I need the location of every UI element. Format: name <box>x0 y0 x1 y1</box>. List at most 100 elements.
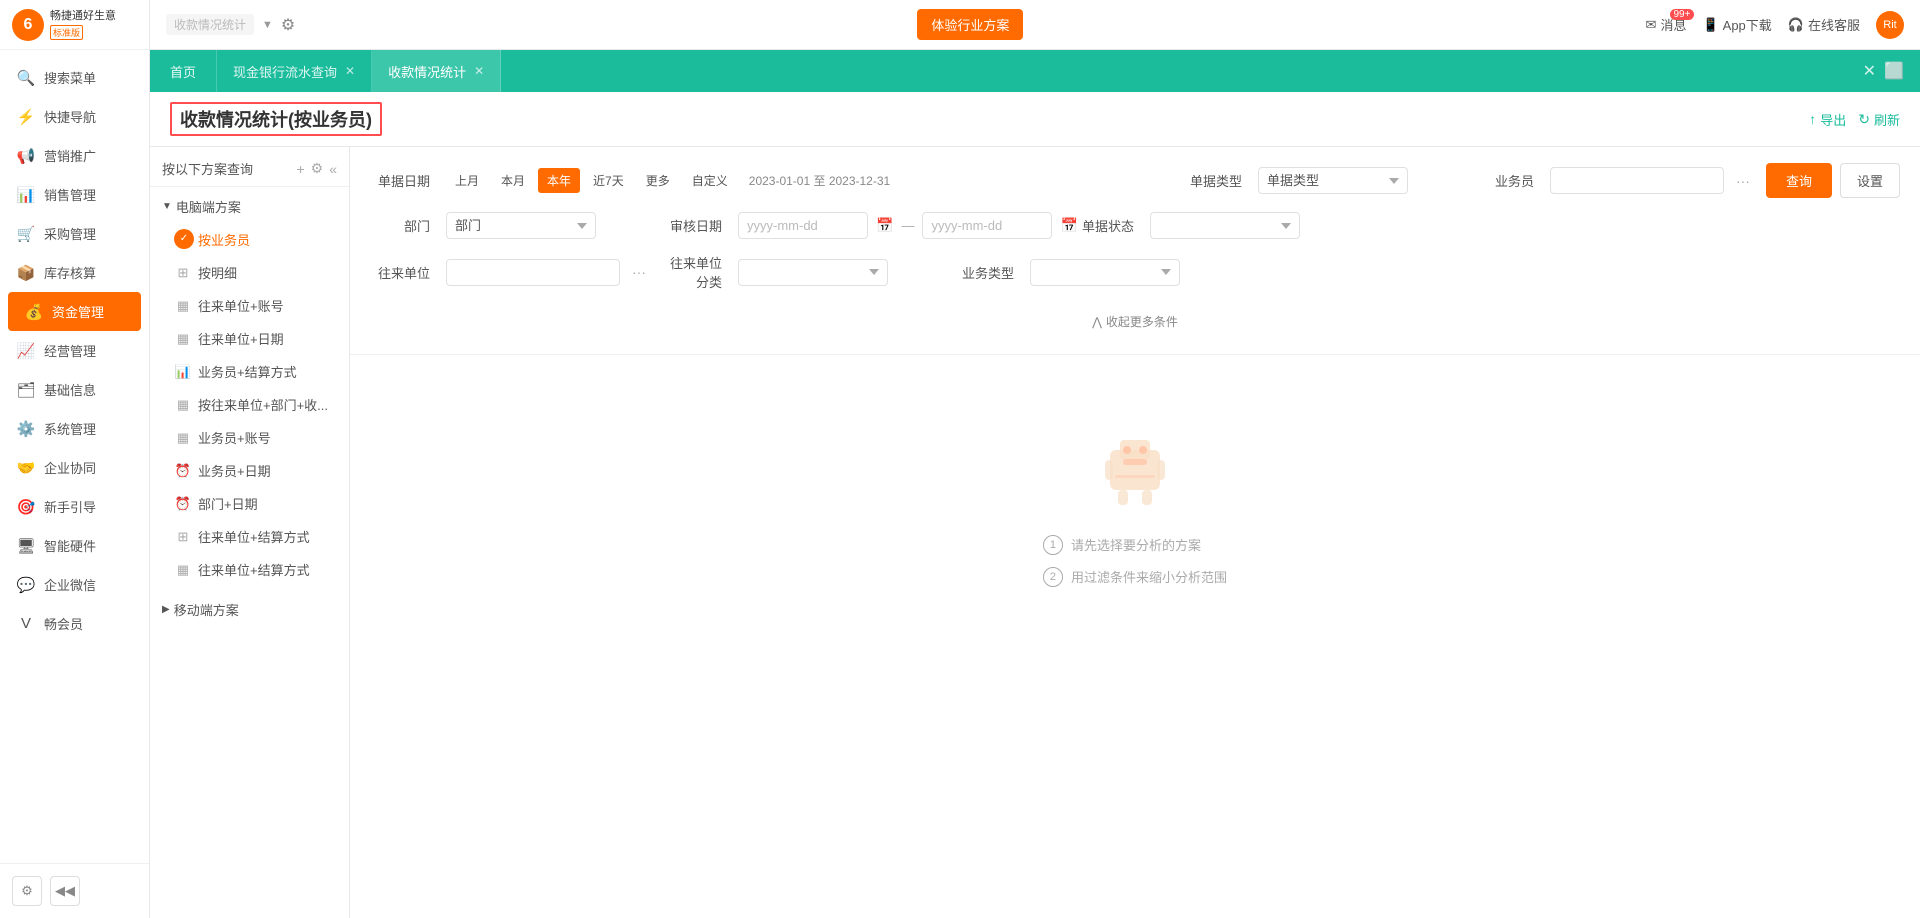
scheme-item-dept-date[interactable]: ⏰ 部门+日期 <box>150 487 349 520</box>
close-window-icon[interactable]: ✕ <box>1863 61 1876 81</box>
unit-category-select[interactable] <box>738 259 888 286</box>
date-tab-custom[interactable]: 自定义 <box>683 168 737 193</box>
sidebar-item-search[interactable]: 🔍 搜索菜单 <box>0 58 149 97</box>
scheme-item-by-salesperson[interactable]: ✓ 按业务员 <box>150 222 349 256</box>
refresh-button[interactable]: ↻ 刷新 <box>1858 110 1900 129</box>
column-settings-button[interactable]: 设置 <box>1840 163 1900 198</box>
sidebar-item-enterprise[interactable]: 🤝 企业协同 <box>0 448 149 487</box>
trial-button[interactable]: 体验行业方案 <box>917 9 1023 40</box>
tab-receipt[interactable]: 收款情况统计 ✕ <box>372 50 501 92</box>
review-date-start-cal-icon[interactable]: 📅 <box>876 217 893 234</box>
header-gear-icon[interactable]: ⚙ <box>281 15 295 35</box>
sidebar-item-finance[interactable]: 💰 资金管理 <box>8 292 141 331</box>
query-button[interactable]: 查询 <box>1766 163 1832 198</box>
left-panel-title: 按以下方案查询 <box>162 159 253 178</box>
body-layout: 按以下方案查询 + ⚙ « ▼ 电脑端方案 ✓ 按业务员 <box>150 147 1920 918</box>
salesperson-label: 业务员 <box>1474 171 1534 190</box>
unit-filter-value: ··· <box>446 259 646 286</box>
salesperson-input[interactable] <box>1550 167 1724 194</box>
sidebar-item-quicknav[interactable]: ⚡ 快捷导航 <box>0 97 149 136</box>
user-avatar[interactable]: Rit <box>1876 11 1904 39</box>
unit-input[interactable] <box>446 259 620 286</box>
salesperson-dots[interactable]: ··· <box>1736 173 1750 189</box>
unit-category-label: 往来单位分类 <box>662 253 722 291</box>
sidebar-item-operation[interactable]: 📈 经营管理 <box>0 331 149 370</box>
mobile-section-header[interactable]: ▶ 移动端方案 <box>150 594 349 625</box>
unit-settle2-icon: ▦ <box>174 562 192 578</box>
date-filter-value: 上月 本月 本年 近7天 更多 自定义 2023-01-01 至 2023-12… <box>446 168 1166 193</box>
hint-2-num: 2 <box>1043 567 1063 587</box>
desktop-section-header[interactable]: ▼ 电脑端方案 <box>150 191 349 222</box>
review-date-label: 审核日期 <box>662 216 722 235</box>
unit-dots[interactable]: ··· <box>632 264 646 280</box>
scheme-settings-icon[interactable]: ⚙ <box>311 160 324 177</box>
date-tab-this-month[interactable]: 本月 <box>492 168 534 193</box>
basic-icon: 🗂 <box>16 381 36 399</box>
online-service-button[interactable]: 🎧 在线客服 <box>1788 15 1860 34</box>
doc-status-select[interactable] <box>1150 212 1300 239</box>
enterprise-icon: 🤝 <box>16 459 36 477</box>
breadcrumb-dropdown-icon[interactable]: ▼ <box>262 19 273 31</box>
sidebar-item-wechat[interactable]: 💬 企业微信 <box>0 565 149 604</box>
scheme-item-salesperson-settle[interactable]: 📊 业务员+结算方式 <box>150 355 349 388</box>
date-tab-7days[interactable]: 近7天 <box>584 168 633 193</box>
collapse-panel-icon[interactable]: « <box>329 161 337 177</box>
scheme-item-salesperson-date[interactable]: ⏰ 业务员+日期 <box>150 454 349 487</box>
scheme-item-unit-settle2[interactable]: ▦ 往来单位+结算方式 <box>150 553 349 586</box>
salesperson-settle-icon: 📊 <box>174 364 192 380</box>
export-button[interactable]: ↑ 导出 <box>1809 110 1846 129</box>
quicknav-icon: ⚡ <box>16 108 36 126</box>
sidebar-item-sales[interactable]: 📊 销售管理 <box>0 175 149 214</box>
date-tab-last-month[interactable]: 上月 <box>446 168 488 193</box>
filter-section: 单据日期 上月 本月 本年 近7天 更多 自定义 2023-01-01 至 20… <box>350 147 1920 355</box>
filter-row-2: 部门 部门 审核日期 📅 — 📅 单据状态 <box>370 212 1900 239</box>
scheme-item-unit-account[interactable]: ▦ 往来单位+账号 <box>150 289 349 322</box>
add-scheme-button[interactable]: + <box>296 161 304 177</box>
page-actions: ↑ 导出 ↻ 刷新 <box>1809 110 1900 129</box>
right-panel: 单据日期 上月 本月 本年 近7天 更多 自定义 2023-01-01 至 20… <box>350 147 1920 918</box>
tab-receipt-close-icon[interactable]: ✕ <box>474 64 484 78</box>
sidebar-item-purchase[interactable]: 🛒 采购管理 <box>0 214 149 253</box>
sidebar-item-guide[interactable]: 🎯 新手引导 <box>0 487 149 526</box>
sidebar-item-member[interactable]: V 畅会员 <box>0 604 149 643</box>
empty-state: 1 请先选择要分析的方案 2 用过滤条件来缩小分析范围 <box>350 355 1920 647</box>
collapse-more-button[interactable]: ⋀ 收起更多条件 <box>370 305 1900 338</box>
tab-bank-close-icon[interactable]: ✕ <box>345 64 355 78</box>
scheme-item-by-detail[interactable]: ⊞ 按明细 <box>150 256 349 289</box>
business-type-select[interactable] <box>1030 259 1180 286</box>
sidebar-item-hardware[interactable]: 🖥 智能硬件 <box>0 526 149 565</box>
date-tab-this-year[interactable]: 本年 <box>538 168 580 193</box>
date-label: 单据日期 <box>370 171 430 190</box>
business-type-label: 业务类型 <box>954 263 1014 282</box>
scheme-item-unit-date[interactable]: ▦ 往来单位+日期 <box>150 322 349 355</box>
tab-home[interactable]: 首页 <box>150 50 217 92</box>
sidebar-item-system[interactable]: ⚙️ 系统管理 <box>0 409 149 448</box>
maximize-window-icon[interactable]: ⬜ <box>1884 61 1904 81</box>
sidebar-item-basic[interactable]: 🗂 基础信息 <box>0 370 149 409</box>
filter-row-3: 往来单位 ··· 往来单位分类 业务类型 <box>370 253 1900 291</box>
sidebar-item-marketing[interactable]: 📢 营销推广 <box>0 136 149 175</box>
empty-hint-2: 2 用过滤条件来缩小分析范围 <box>1043 567 1227 587</box>
export-icon: ↑ <box>1809 111 1816 127</box>
app-download-button[interactable]: 📱 App下载 <box>1702 15 1771 34</box>
settings-gear-button[interactable]: ⚙ <box>12 876 42 906</box>
scheme-item-unit-dept[interactable]: ▦ 按往来单位+部门+收... <box>150 388 349 421</box>
collapse-sidebar-button[interactable]: ◀◀ <box>50 876 80 906</box>
scheme-item-unit-settle[interactable]: ⊞ 往来单位+结算方式 <box>150 520 349 553</box>
unit-settle-icon: ⊞ <box>174 529 192 545</box>
main-area: 收款情况统计 ▼ ⚙ 体验行业方案 ✉ 消息 99+ 📱 App下载 🎧 在线客… <box>150 0 1920 918</box>
message-button[interactable]: ✉ 消息 99+ <box>1646 15 1687 34</box>
date-tab-more[interactable]: 更多 <box>637 168 679 193</box>
top-header: 收款情况统计 ▼ ⚙ 体验行业方案 ✉ 消息 99+ 📱 App下载 🎧 在线客… <box>150 0 1920 50</box>
dept-select[interactable]: 部门 <box>446 212 596 239</box>
sidebar-item-inventory[interactable]: 📦 库存核算 <box>0 253 149 292</box>
scheme-item-salesperson-account[interactable]: ▦ 业务员+账号 <box>150 421 349 454</box>
date-separator: — <box>901 218 914 233</box>
tab-bank[interactable]: 现金银行流水查询 ✕ <box>217 50 372 92</box>
review-date-start-input[interactable] <box>738 212 868 239</box>
doc-type-select[interactable]: 单据类型 <box>1258 167 1408 194</box>
review-date-end-input[interactable] <box>922 212 1052 239</box>
header-left: 收款情况统计 ▼ ⚙ <box>166 14 295 35</box>
logo-name: 畅捷通好生意 <box>50 9 116 23</box>
page-title: 收款情况统计(按业务员) <box>170 102 382 136</box>
